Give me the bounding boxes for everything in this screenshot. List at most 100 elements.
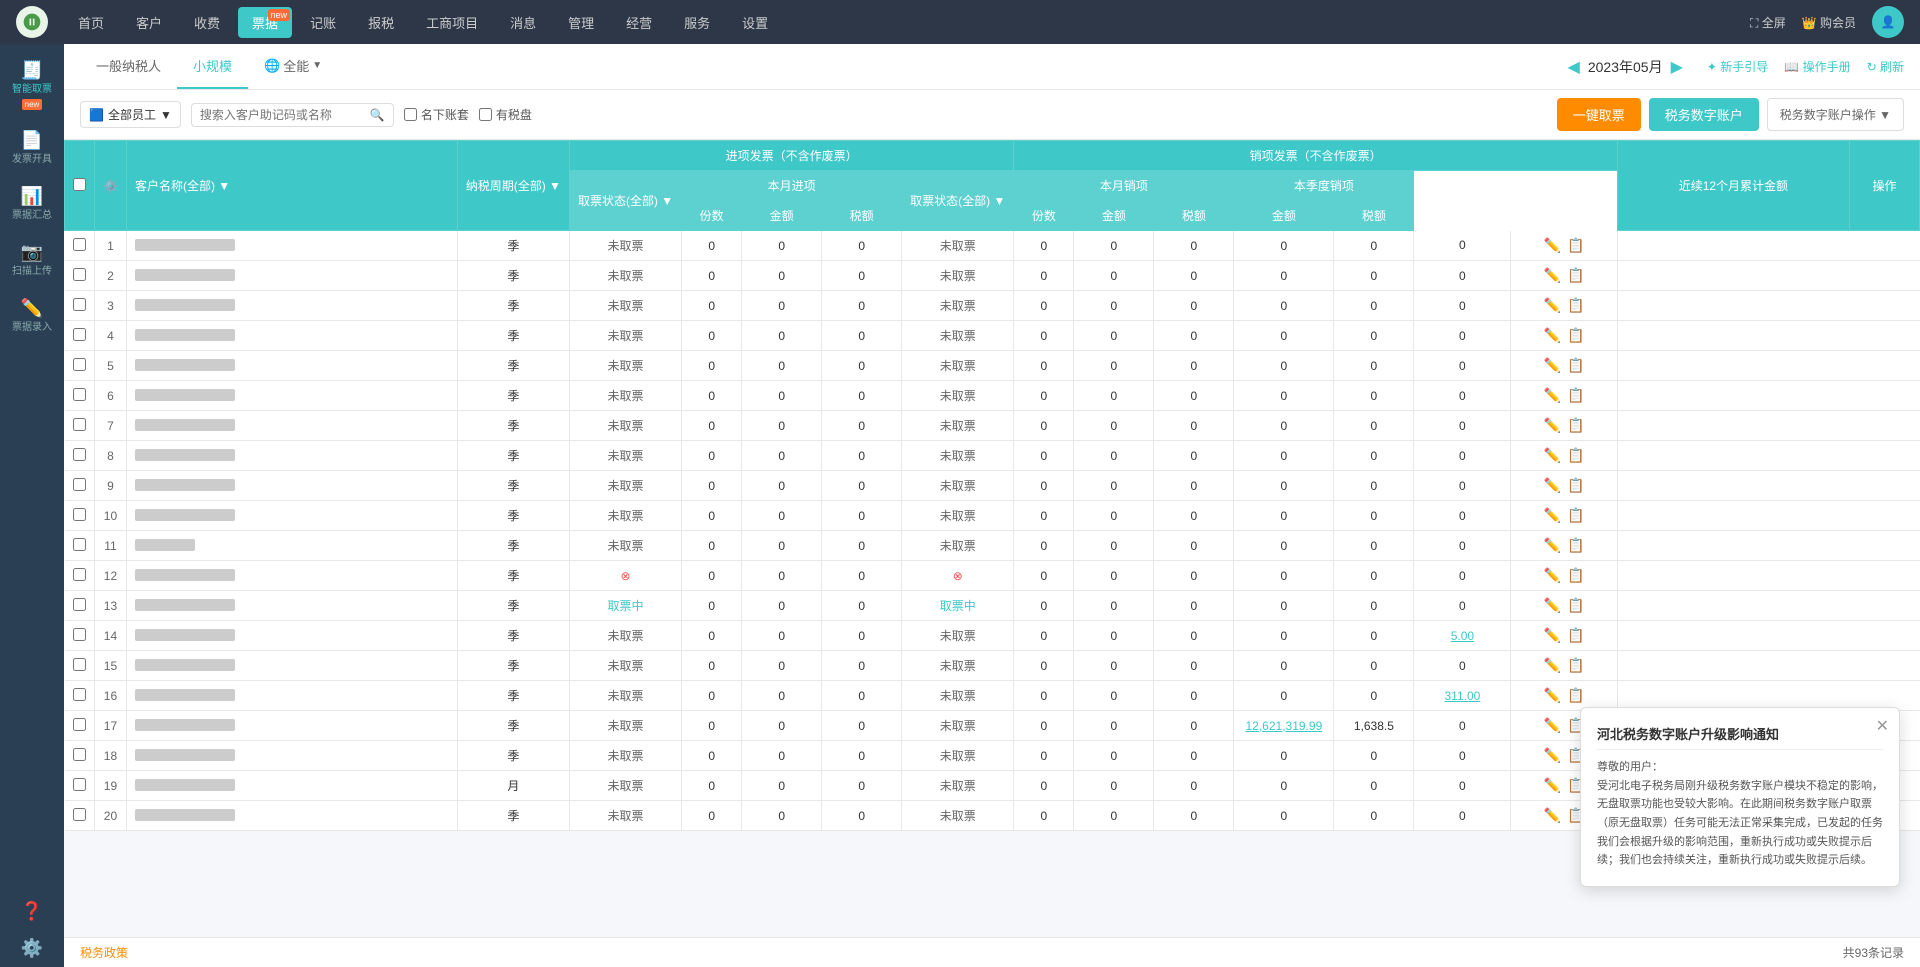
- q-amount-val[interactable]: 12,621,319.99: [1246, 719, 1323, 733]
- member-btn[interactable]: 👑 购会员: [1802, 14, 1856, 31]
- nav-settings[interactable]: 设置: [728, 7, 782, 38]
- copy-icon[interactable]: 📋: [1567, 687, 1584, 704]
- edit-icon[interactable]: ✏️: [1544, 777, 1561, 794]
- copy-icon[interactable]: 📋: [1567, 357, 1584, 374]
- edit-icon[interactable]: ✏️: [1544, 537, 1561, 554]
- nav-message[interactable]: 消息: [496, 7, 550, 38]
- manual-btn[interactable]: 📖 操作手册: [1784, 58, 1850, 75]
- tax-operation-btn[interactable]: 税务数字账户操作 ▼: [1767, 98, 1904, 131]
- guide-btn[interactable]: ✦ 新手引导: [1707, 58, 1768, 75]
- sidebar-item-scan[interactable]: 📷 扫描上传: [0, 234, 64, 286]
- nav-industry[interactable]: 工商项目: [412, 7, 492, 38]
- copy-icon[interactable]: 📋: [1567, 237, 1584, 254]
- copy-icon[interactable]: 📋: [1567, 537, 1584, 554]
- row-checkbox[interactable]: [73, 778, 86, 791]
- row-checkbox[interactable]: [73, 448, 86, 461]
- prev-month-btn[interactable]: ◀: [1568, 57, 1580, 77]
- row-checkbox[interactable]: [73, 568, 86, 581]
- row-checkbox[interactable]: [73, 238, 86, 251]
- tax-disk-checkbox-label[interactable]: 有税盘: [479, 106, 532, 123]
- tax-disk-checkbox[interactable]: [479, 108, 492, 121]
- search-icon[interactable]: 🔍: [370, 108, 385, 122]
- nav-manage[interactable]: 管理: [554, 7, 608, 38]
- fullscreen-btn[interactable]: ⛶ 全屏: [1750, 14, 1786, 31]
- edit-icon[interactable]: ✏️: [1544, 717, 1561, 734]
- copy-icon[interactable]: 📋: [1567, 447, 1584, 464]
- sidebar-item-summary[interactable]: 📊 票据汇总: [0, 178, 64, 230]
- nav-customer[interactable]: 客户: [122, 7, 176, 38]
- nav-bookkeep[interactable]: 记账: [296, 7, 350, 38]
- edit-icon[interactable]: ✏️: [1544, 507, 1561, 524]
- edit-icon[interactable]: ✏️: [1544, 417, 1561, 434]
- edit-icon[interactable]: ✏️: [1544, 387, 1561, 404]
- row-checkbox[interactable]: [73, 508, 86, 521]
- sidebar-item-entry[interactable]: ✏️ 票据录入: [0, 290, 64, 342]
- row-checkbox[interactable]: [73, 478, 86, 491]
- popup-close-btn[interactable]: ✕: [1876, 716, 1889, 736]
- row-checkbox[interactable]: [73, 718, 86, 731]
- tab-small[interactable]: 小规模: [177, 44, 248, 89]
- edit-icon[interactable]: ✏️: [1544, 447, 1561, 464]
- tax-digital-btn[interactable]: 税务数字账户: [1649, 98, 1759, 131]
- row-checkbox[interactable]: [73, 388, 86, 401]
- avatar[interactable]: 👤: [1872, 6, 1904, 38]
- row-checkbox[interactable]: [73, 268, 86, 281]
- row-checkbox[interactable]: [73, 358, 86, 371]
- row-checkbox[interactable]: [73, 748, 86, 761]
- sidebar-item-help[interactable]: ❓: [0, 893, 64, 930]
- edit-icon[interactable]: ✏️: [1544, 747, 1561, 764]
- copy-icon[interactable]: 📋: [1567, 567, 1584, 584]
- row-checkbox[interactable]: [73, 628, 86, 641]
- copy-icon[interactable]: 📋: [1567, 597, 1584, 614]
- tab-all[interactable]: 🌐 全能 ▼: [248, 44, 338, 89]
- copy-icon[interactable]: 📋: [1567, 297, 1584, 314]
- select-all-checkbox[interactable]: [73, 178, 86, 191]
- next-month-btn[interactable]: ▶: [1671, 57, 1683, 77]
- nav-service[interactable]: 服务: [670, 7, 724, 38]
- row-checkbox[interactable]: [73, 658, 86, 671]
- edit-icon[interactable]: ✏️: [1544, 357, 1561, 374]
- copy-icon[interactable]: 📋: [1567, 627, 1584, 644]
- copy-icon[interactable]: 📋: [1567, 327, 1584, 344]
- copy-icon[interactable]: 📋: [1567, 477, 1584, 494]
- edit-icon[interactable]: ✏️: [1544, 597, 1561, 614]
- edit-icon[interactable]: ✏️: [1544, 687, 1561, 704]
- naming-checkbox[interactable]: [404, 108, 417, 121]
- copy-icon[interactable]: 📋: [1567, 417, 1584, 434]
- employee-select[interactable]: 🟦 全部员工 ▼: [80, 101, 181, 128]
- row-checkbox[interactable]: [73, 808, 86, 821]
- nav-operation[interactable]: 经营: [612, 7, 666, 38]
- search-input[interactable]: [200, 108, 370, 122]
- nav-tax[interactable]: 报税: [354, 7, 408, 38]
- sidebar-item-smart-invoice[interactable]: 🧾 智能取票 new: [0, 52, 64, 118]
- row-checkbox[interactable]: [73, 598, 86, 611]
- copy-icon[interactable]: 📋: [1567, 507, 1584, 524]
- sidebar-item-issue[interactable]: 📄 发票开具: [0, 122, 64, 174]
- copy-icon[interactable]: 📋: [1567, 657, 1584, 674]
- row-checkbox[interactable]: [73, 418, 86, 431]
- tax-policy-link[interactable]: 税务政策: [80, 944, 128, 961]
- tab-general[interactable]: 一般纳税人: [80, 44, 177, 89]
- edit-icon[interactable]: ✏️: [1544, 477, 1561, 494]
- copy-icon[interactable]: 📋: [1567, 387, 1584, 404]
- row-checkbox[interactable]: [73, 688, 86, 701]
- edit-icon[interactable]: ✏️: [1544, 567, 1561, 584]
- sidebar-item-config[interactable]: ⚙️: [0, 930, 64, 967]
- edit-icon[interactable]: ✏️: [1544, 267, 1561, 284]
- edit-icon[interactable]: ✏️: [1544, 237, 1561, 254]
- refresh-btn[interactable]: ↻ 刷新: [1867, 58, 1904, 75]
- edit-icon[interactable]: ✏️: [1544, 657, 1561, 674]
- copy-icon[interactable]: 📋: [1567, 267, 1584, 284]
- one-key-btn[interactable]: 一键取票: [1557, 98, 1641, 131]
- row-checkbox[interactable]: [73, 328, 86, 341]
- edit-icon[interactable]: ✏️: [1544, 297, 1561, 314]
- nav-invoice[interactable]: 票据 new: [238, 7, 292, 38]
- row-checkbox[interactable]: [73, 538, 86, 551]
- cum-amount-val[interactable]: 5.00: [1451, 629, 1474, 643]
- row-checkbox[interactable]: [73, 298, 86, 311]
- cum-amount-val[interactable]: 311.00: [1444, 689, 1480, 703]
- nav-home[interactable]: 首页: [64, 7, 118, 38]
- edit-icon[interactable]: ✏️: [1544, 627, 1561, 644]
- nav-fee[interactable]: 收费: [180, 7, 234, 38]
- edit-icon[interactable]: ✏️: [1544, 807, 1561, 824]
